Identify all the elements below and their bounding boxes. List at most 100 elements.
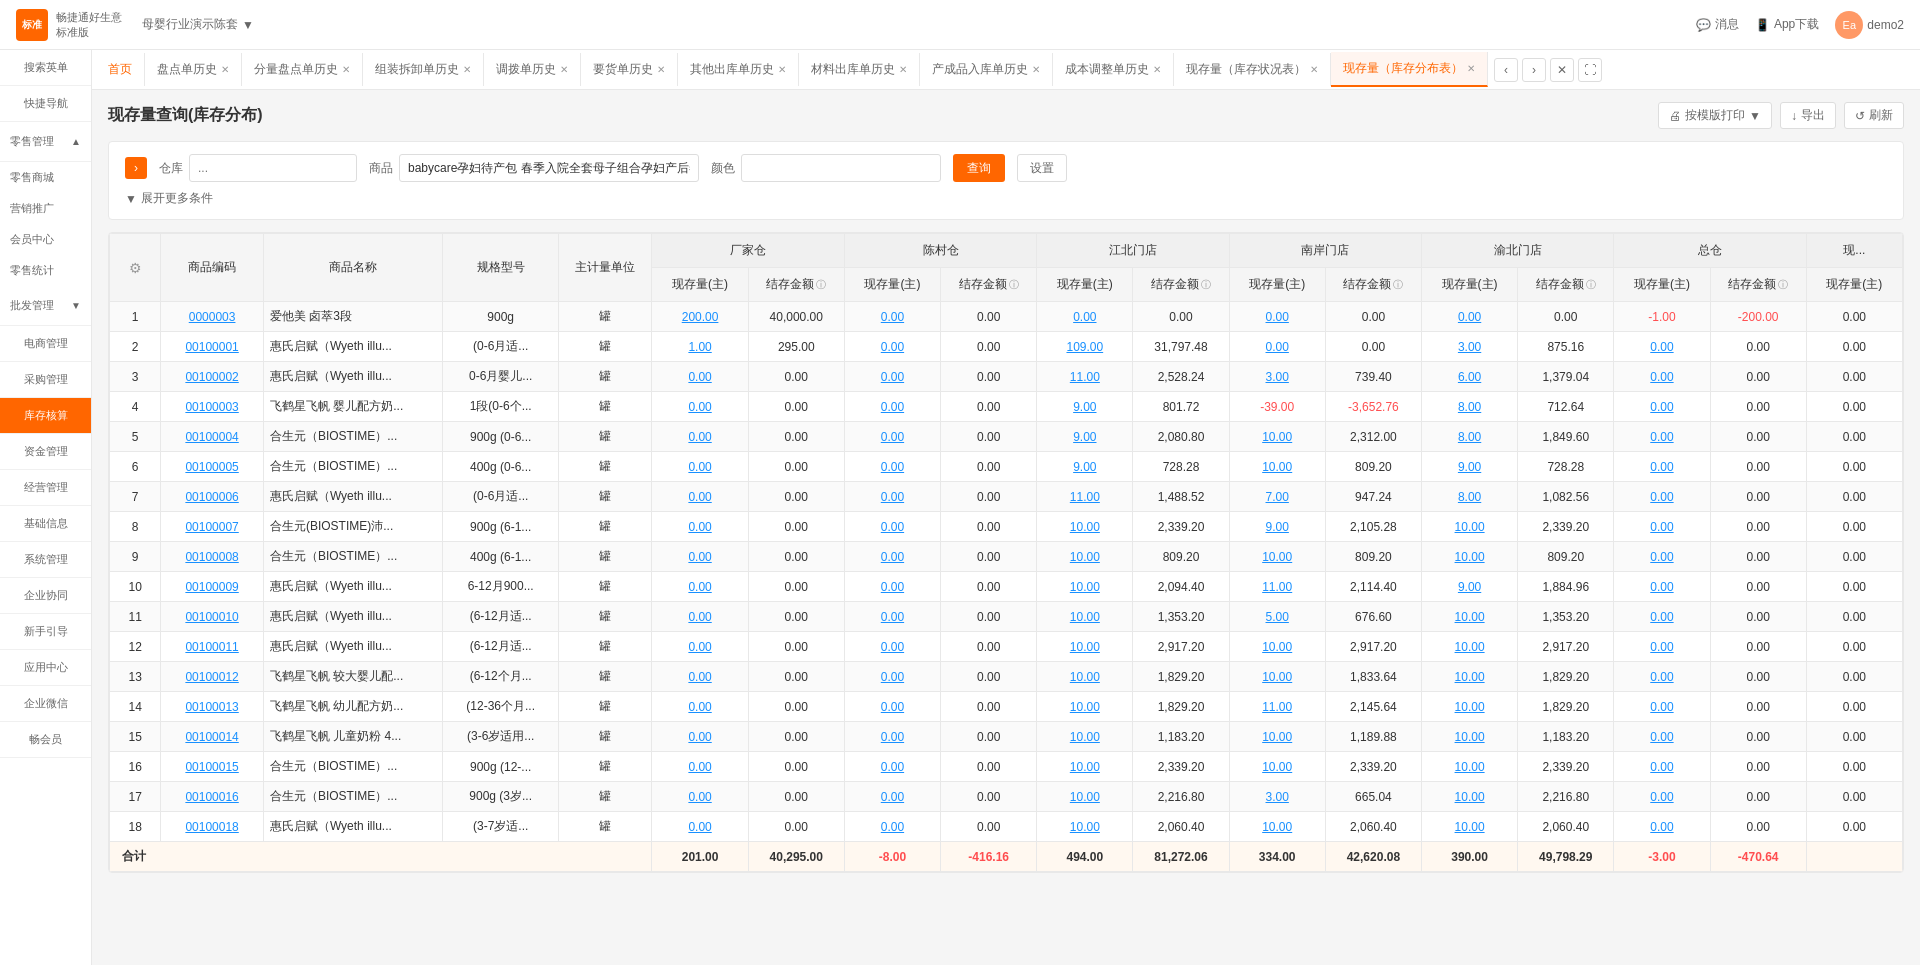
cell-y-stock: 10.00 — [1421, 812, 1517, 842]
cell-code[interactable]: 00100008 — [161, 542, 264, 572]
sidebar-item-appcenter[interactable]: 应用中心 — [0, 650, 91, 686]
setting-btn[interactable]: 设置 — [1017, 154, 1067, 182]
sidebar-item-ecommerce[interactable]: 电商管理 — [0, 326, 91, 362]
sidebar-item-enterprise[interactable]: 企业协同 — [0, 578, 91, 614]
cell-code[interactable]: 00100003 — [161, 392, 264, 422]
export-btn[interactable]: ↓ 导出 — [1780, 102, 1836, 129]
sidebar-item-search[interactable]: 搜索英单 — [0, 50, 91, 86]
filter-toggle-btn[interactable]: › — [125, 157, 147, 179]
cell-j-stock: 9.00 — [1037, 452, 1133, 482]
tab-close-icon4[interactable]: ✕ — [560, 64, 568, 75]
th-name: 商品名称 — [263, 234, 443, 302]
sidebar-item-corpwechat[interactable]: 企业微信 — [0, 686, 91, 722]
cell-code[interactable]: 00100014 — [161, 722, 264, 752]
cell-code[interactable]: 00100015 — [161, 752, 264, 782]
cell-code[interactable]: 00100013 — [161, 692, 264, 722]
warehouse-input[interactable] — [189, 154, 357, 182]
cell-code[interactable]: 00100005 — [161, 452, 264, 482]
sidebar-item-basic[interactable]: 基础信息 — [0, 506, 91, 542]
sidebar-sub-retail-stats[interactable]: 零售统计 — [0, 255, 91, 286]
tab-close-icon2[interactable]: ✕ — [342, 64, 350, 75]
sidebar-item-finance[interactable]: 资金管理 — [0, 434, 91, 470]
cell-code[interactable]: 00100011 — [161, 632, 264, 662]
cell-code[interactable]: 00100009 — [161, 572, 264, 602]
cell-code[interactable]: 00100016 — [161, 782, 264, 812]
sidebar-item-purchase[interactable]: 采购管理 — [0, 362, 91, 398]
tab-close-icon7[interactable]: ✕ — [899, 64, 907, 75]
cell-code[interactable]: 00100001 — [161, 332, 264, 362]
app-download-btn[interactable]: 📱 App下载 — [1755, 16, 1819, 33]
sidebar-item-wholesale[interactable]: 批发管理 ▼ — [0, 286, 91, 326]
tab-other-out[interactable]: 其他出库单历史 ✕ — [678, 53, 799, 86]
tab-requisition-label: 要货单历史 — [593, 61, 653, 78]
tab-inventory-count[interactable]: 盘点单历史 ✕ — [145, 53, 242, 86]
cell-n-amount: 2,312.00 — [1325, 422, 1421, 452]
cell-code[interactable]: 0000003 — [161, 302, 264, 332]
cell-f-amount: 0.00 — [748, 812, 844, 842]
tab-close-icon3[interactable]: ✕ — [463, 64, 471, 75]
nav-dropdown[interactable]: 母婴行业演示陈套 ▼ — [142, 16, 254, 33]
tab-transfer[interactable]: 调拨单历史 ✕ — [484, 53, 581, 86]
tab-next-btn[interactable]: › — [1522, 58, 1546, 82]
sidebar-sub-retail-store[interactable]: 零售商城 — [0, 162, 91, 193]
tab-requisition[interactable]: 要货单历史 ✕ — [581, 53, 678, 86]
cell-cur-stock: 0.00 — [1806, 752, 1902, 782]
th-unit: 主计量单位 — [558, 234, 652, 302]
tab-close-icon10[interactable]: ✕ — [1310, 64, 1318, 75]
cell-n-stock: 5.00 — [1229, 602, 1325, 632]
sidebar-item-quick[interactable]: 快捷导航 — [0, 86, 91, 122]
goods-input[interactable] — [399, 154, 699, 182]
color-input[interactable] — [741, 154, 941, 182]
nav-label: 母婴行业演示陈套 — [142, 16, 238, 33]
tab-stock-status[interactable]: 现存量（库存状况表） ✕ — [1174, 53, 1331, 86]
refresh-btn[interactable]: ↺ 刷新 — [1844, 102, 1904, 129]
tab-close-icon11[interactable]: ✕ — [1467, 63, 1475, 74]
sidebar-item-inventory[interactable]: 库存核算 — [0, 398, 91, 434]
cell-f-stock: 0.00 — [652, 392, 748, 422]
sidebar-item-member2[interactable]: 畅会员 — [0, 722, 91, 758]
cell-code[interactable]: 00100002 — [161, 362, 264, 392]
expand-filter-btn[interactable]: ▼ 展开更多条件 — [125, 190, 1887, 207]
cell-t-amount: 0.00 — [1710, 392, 1806, 422]
tab-product-in[interactable]: 产成品入库单历史 ✕ — [920, 53, 1053, 86]
cell-n-stock: 10.00 — [1229, 722, 1325, 752]
sidebar-sub-marketing[interactable]: 营销推广 — [0, 193, 91, 224]
cell-spec: 900g (12-... — [443, 752, 558, 782]
cell-n-amount: 2,339.20 — [1325, 752, 1421, 782]
sidebar-item-retail-mgr[interactable]: 零售管理 ▲ — [0, 122, 91, 162]
cell-code[interactable]: 00100010 — [161, 602, 264, 632]
query-btn[interactable]: 查询 — [953, 154, 1005, 182]
tab-home[interactable]: 首页 — [96, 53, 145, 86]
user-avatar-btn[interactable]: Ea demo2 — [1835, 11, 1904, 39]
tab-close-icon6[interactable]: ✕ — [778, 64, 786, 75]
tab-stock-dist[interactable]: 现存量（库存分布表） ✕ — [1331, 52, 1488, 87]
print-btn[interactable]: 🖨 按模版打印 ▼ — [1658, 102, 1772, 129]
tab-prev-btn[interactable]: ‹ — [1494, 58, 1518, 82]
table-row: 2 00100001 惠氏启赋（Wyeth illu... (0-6月适... … — [110, 332, 1903, 362]
tab-assembly[interactable]: 组装拆卸单历史 ✕ — [363, 53, 484, 86]
cell-j-stock: 10.00 — [1037, 662, 1133, 692]
sidebar-item-operation[interactable]: 经营管理 — [0, 470, 91, 506]
cell-n-stock: 3.00 — [1229, 362, 1325, 392]
tab-partial-count[interactable]: 分量盘点单历史 ✕ — [242, 53, 363, 86]
tab-close-icon9[interactable]: ✕ — [1153, 64, 1161, 75]
cell-code[interactable]: 00100018 — [161, 812, 264, 842]
cell-spec: 1段(0-6个... — [443, 392, 558, 422]
sidebar-item-system[interactable]: 系统管理 — [0, 542, 91, 578]
tab-close-icon[interactable]: ✕ — [221, 64, 229, 75]
tab-close-icon5[interactable]: ✕ — [657, 64, 665, 75]
cell-code[interactable]: 00100006 — [161, 482, 264, 512]
tab-material-out[interactable]: 材料出库单历史 ✕ — [799, 53, 920, 86]
message-btn[interactable]: 💬 消息 — [1696, 16, 1739, 33]
tab-close-all-btn[interactable]: ✕ — [1550, 58, 1574, 82]
tab-cost-adjust[interactable]: 成本调整单历史 ✕ — [1053, 53, 1174, 86]
table-row: 9 00100008 合生元（BIOSTIME）... 400g (6-1...… — [110, 542, 1903, 572]
cell-code[interactable]: 00100004 — [161, 422, 264, 452]
tab-close-icon8[interactable]: ✕ — [1032, 64, 1040, 75]
tab-expand-btn[interactable]: ⛶ — [1578, 58, 1602, 82]
cell-code[interactable]: 00100007 — [161, 512, 264, 542]
cell-code[interactable]: 00100012 — [161, 662, 264, 692]
gear-icon[interactable]: ⚙ — [129, 260, 142, 276]
sidebar-sub-member[interactable]: 会员中心 — [0, 224, 91, 255]
sidebar-item-guide[interactable]: 新手引导 — [0, 614, 91, 650]
